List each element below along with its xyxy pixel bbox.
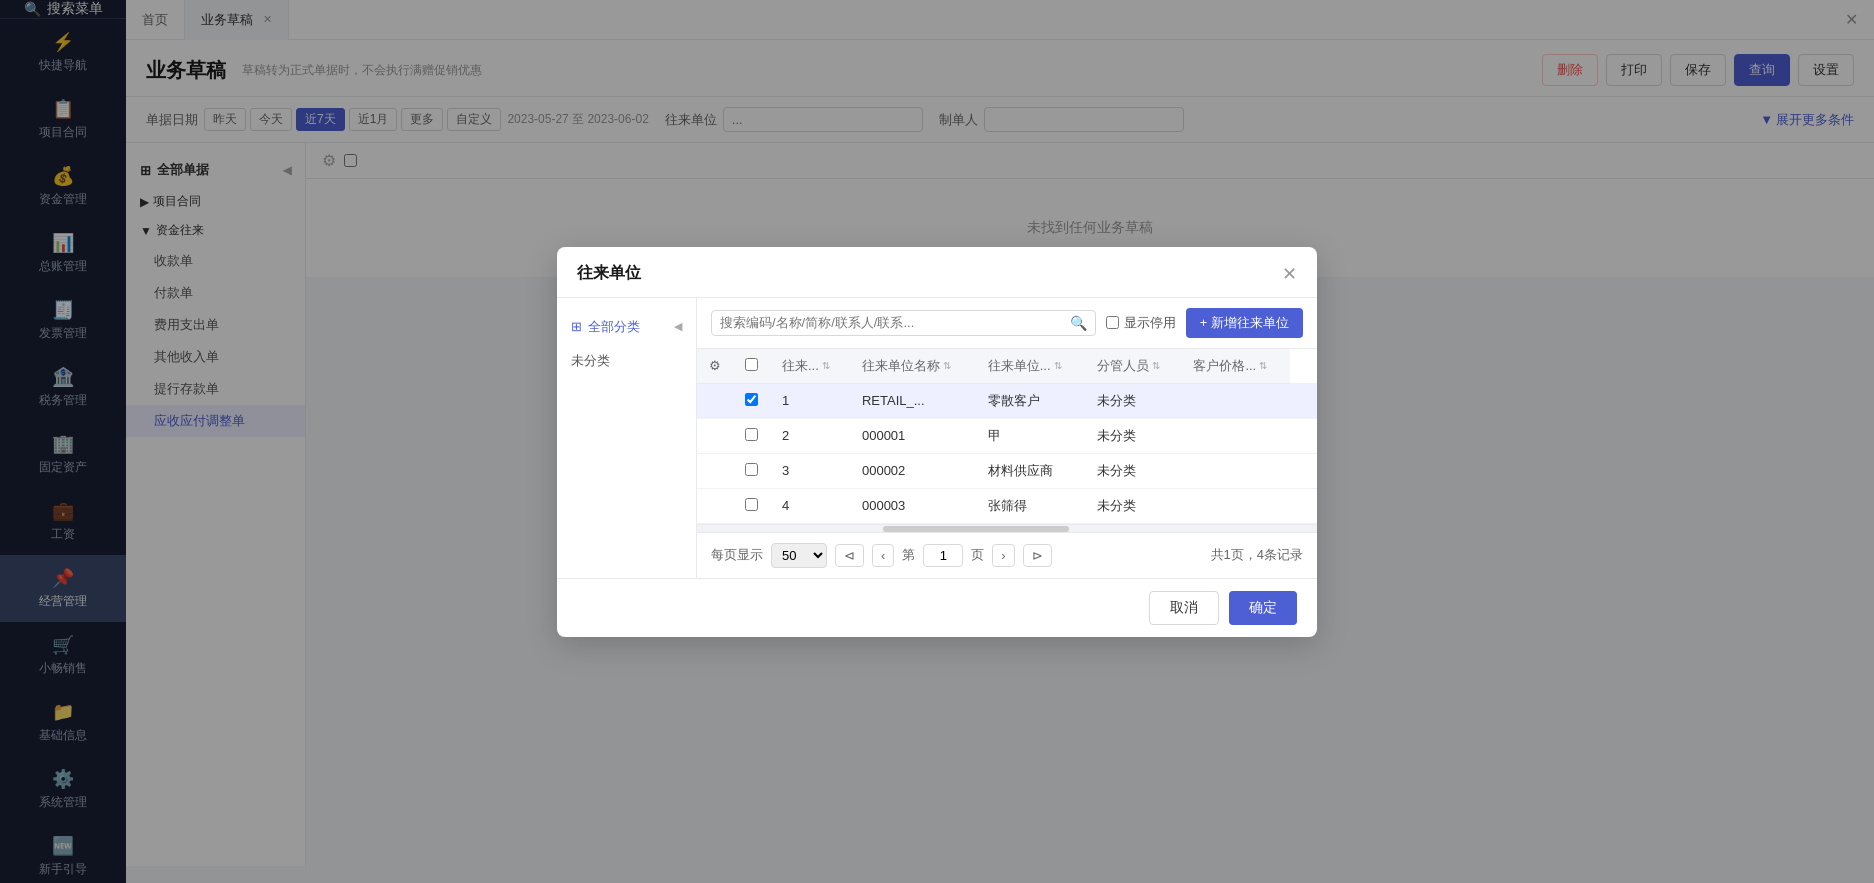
row-settings — [697, 488, 733, 523]
th-manager[interactable]: 分管人员 ⇅ — [1085, 349, 1182, 384]
row-settings — [697, 453, 733, 488]
dialog-table: ⚙ 往来... ⇅ 往来单位名 — [697, 349, 1317, 532]
new-partner-button[interactable]: + 新增往来单位 — [1186, 308, 1303, 338]
page-input[interactable] — [923, 544, 963, 567]
dialog-sidebar-all[interactable]: ⊞ 全部分类 ◀ — [557, 310, 696, 344]
row-price-grade — [1290, 418, 1317, 453]
per-page-label: 每页显示 — [711, 546, 763, 564]
partner-dialog: 往来单位 ✕ ⊞ 全部分类 ◀ 未分类 — [557, 247, 1317, 637]
th-settings[interactable]: ⚙ — [697, 349, 733, 384]
row-id: 4 — [770, 488, 850, 523]
row-category: 未分类 — [1085, 453, 1182, 488]
row-manager — [1181, 418, 1290, 453]
sort-icon-manager: ⇅ — [1152, 360, 1160, 371]
cancel-button[interactable]: 取消 — [1149, 591, 1219, 625]
grid-icon2: ⊞ — [571, 319, 582, 334]
dialog-close-btn[interactable]: ✕ — [1282, 263, 1297, 285]
th-name[interactable]: 往来单位名称 ⇅ — [850, 349, 976, 384]
row-name: 张筛得 — [976, 488, 1085, 523]
dialog-title: 往来单位 — [577, 263, 641, 284]
page-first-btn[interactable]: ⊲ — [835, 544, 864, 567]
row-settings — [697, 383, 733, 418]
total-records-label: 共1页，4条记录 — [1211, 546, 1303, 564]
row-code: 000003 — [850, 488, 976, 523]
table-row[interactable]: 4 000003 张筛得 未分类 — [697, 488, 1317, 523]
sort-icon-price: ⇅ — [1259, 360, 1267, 371]
page-next-btn[interactable]: › — [992, 544, 1014, 567]
row-id: 1 — [770, 383, 850, 418]
row-category: 未分类 — [1085, 383, 1182, 418]
th-price-grade[interactable]: 客户价格... ⇅ — [1181, 349, 1290, 384]
row-manager — [1181, 383, 1290, 418]
row-name: 材料供应商 — [976, 453, 1085, 488]
page-num-prefix: 第 — [902, 546, 915, 564]
search-box: 🔍 — [711, 310, 1096, 336]
dialog-sidebar-all-label: 全部分类 — [588, 318, 640, 336]
dialog-overlay: 往来单位 ✕ ⊞ 全部分类 ◀ 未分类 — [0, 0, 1874, 883]
confirm-button[interactable]: 确定 — [1229, 591, 1297, 625]
row-code: 000001 — [850, 418, 976, 453]
dialog-sidebar: ⊞ 全部分类 ◀ 未分类 — [557, 298, 697, 578]
row-name: 零散客户 — [976, 383, 1085, 418]
row-id: 3 — [770, 453, 850, 488]
search-input[interactable] — [720, 315, 1064, 330]
sort-icon-code: ⇅ — [822, 360, 830, 371]
row-price-grade — [1290, 383, 1317, 418]
th-check[interactable] — [733, 349, 770, 384]
row-check[interactable] — [733, 453, 770, 488]
dialog-sidebar-collapse[interactable]: ◀ — [674, 320, 682, 333]
sort-icon-name: ⇅ — [943, 360, 951, 371]
dialog-main: 🔍 显示停用 + 新增往来单位 ⚙ — [697, 298, 1317, 578]
row-id: 2 — [770, 418, 850, 453]
table-row[interactable]: 3 000002 材料供应商 未分类 — [697, 453, 1317, 488]
dialog-body: ⊞ 全部分类 ◀ 未分类 🔍 显示停用 — [557, 298, 1317, 578]
row-name: 甲 — [976, 418, 1085, 453]
sort-icon-category: ⇅ — [1054, 360, 1062, 371]
row-code: RETAIL_... — [850, 383, 976, 418]
row-code: 000002 — [850, 453, 976, 488]
dialog-pagination: 每页显示 50 100 ⊲ ‹ 第 页 › ⊳ 共1页，4条记录 — [697, 532, 1317, 578]
per-page-select[interactable]: 50 100 — [771, 543, 827, 568]
search-icon2: 🔍 — [1070, 315, 1087, 331]
page-suffix: 页 — [971, 546, 984, 564]
th-code[interactable]: 往来... ⇅ — [770, 349, 850, 384]
dialog-footer: 取消 确定 — [557, 578, 1317, 637]
dialog-sidebar-unclassified[interactable]: 未分类 — [557, 344, 696, 378]
gear-icon: ⚙ — [709, 358, 721, 373]
row-settings — [697, 418, 733, 453]
dialog-sidebar-unclassified-label: 未分类 — [571, 352, 610, 370]
dialog-toolbar: 🔍 显示停用 + 新增往来单位 — [697, 298, 1317, 349]
row-category: 未分类 — [1085, 418, 1182, 453]
th-category[interactable]: 往来单位... ⇅ — [976, 349, 1085, 384]
table-row[interactable]: 2 000001 甲 未分类 — [697, 418, 1317, 453]
row-check[interactable] — [733, 488, 770, 523]
partner-table: ⚙ 往来... ⇅ 往来单位名 — [697, 349, 1317, 524]
scrollbar-thumb — [883, 526, 1069, 532]
page-prev-btn[interactable]: ‹ — [872, 544, 894, 567]
row-check[interactable] — [733, 418, 770, 453]
horizontal-scrollbar[interactable] — [697, 524, 1317, 532]
row-check[interactable] — [733, 383, 770, 418]
show-disabled-checkbox[interactable] — [1106, 316, 1119, 329]
table-row[interactable]: 1 RETAIL_... 零散客户 未分类 — [697, 383, 1317, 418]
row-price-grade — [1290, 453, 1317, 488]
th-select-all[interactable] — [745, 358, 758, 371]
row-manager — [1181, 453, 1290, 488]
dialog-header: 往来单位 ✕ — [557, 247, 1317, 298]
show-disabled-label: 显示停用 — [1124, 314, 1176, 332]
row-price-grade — [1290, 488, 1317, 523]
page-last-btn[interactable]: ⊳ — [1023, 544, 1052, 567]
row-category: 未分类 — [1085, 488, 1182, 523]
row-manager — [1181, 488, 1290, 523]
show-disabled-checkbox-label[interactable]: 显示停用 — [1106, 314, 1176, 332]
